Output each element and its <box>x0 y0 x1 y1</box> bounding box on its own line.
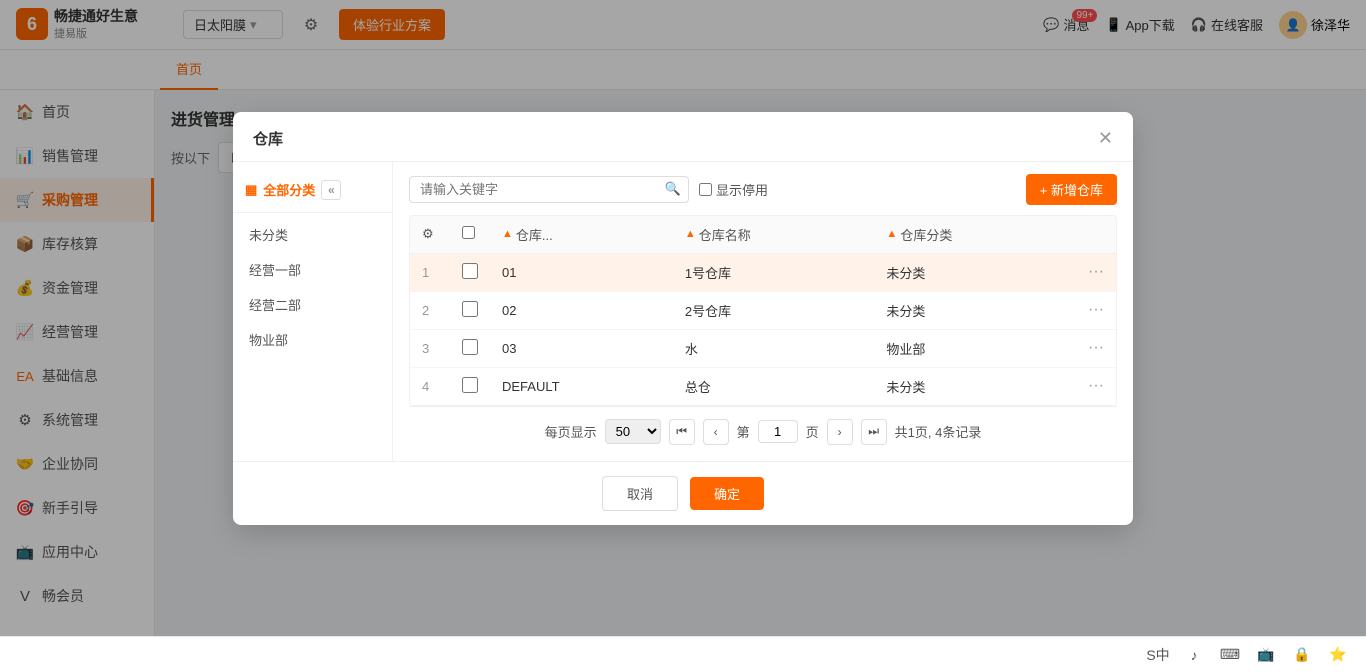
select-all-checkbox[interactable] <box>462 226 475 239</box>
modal-close-icon[interactable]: ✕ <box>1098 128 1113 149</box>
modal-body: ▦ 全部分类 « 未分类 经营一部 经营二部 物业部 <box>233 162 1133 461</box>
show-disabled-checkbox[interactable] <box>699 183 712 196</box>
table-header-row: ⚙ ▲ 仓库... ▲ <box>410 216 1116 254</box>
warehouse-modal: 仓库 ✕ ▦ 全部分类 « 未分类 经营一部 <box>233 112 1133 525</box>
sort-icon: ▲ <box>502 228 513 240</box>
bottom-icon-sound[interactable]: ♪ <box>1182 643 1206 667</box>
th-checkbox <box>450 216 490 254</box>
modal-category-dept2[interactable]: 经营二部 <box>233 287 392 322</box>
modal-main: 🔍 显示停用 + 新增仓库 ⚙ <box>393 162 1133 461</box>
bottom-icon-star[interactable]: ⭐ <box>1326 643 1350 667</box>
th-settings: ⚙ <box>410 216 450 254</box>
search-input[interactable] <box>409 176 689 203</box>
row-more[interactable]: ··· <box>1076 291 1116 329</box>
row-category: 物业部 <box>874 329 1076 367</box>
row-more[interactable]: ··· <box>1076 367 1116 405</box>
add-warehouse-button[interactable]: + 新增仓库 <box>1026 174 1117 205</box>
page-label: 第 <box>737 422 750 441</box>
th-name: ▲ 仓库名称 <box>673 216 875 254</box>
last-page-button[interactable]: ⏭ <box>861 419 887 445</box>
sort-icon-name: ▲ <box>685 228 696 240</box>
th-category: ▲ 仓库分类 <box>874 216 1076 254</box>
row-category: 未分类 <box>874 367 1076 405</box>
row-checkbox-cell <box>450 367 490 405</box>
next-page-button[interactable]: › <box>827 419 853 445</box>
confirm-button[interactable]: 确定 <box>690 477 764 510</box>
row-name: 总仓 <box>673 367 875 405</box>
row-category: 未分类 <box>874 253 1076 291</box>
per-page-label: 每页显示 <box>545 422 597 441</box>
modal-overlay: 仓库 ✕ ▦ 全部分类 « 未分类 经营一部 <box>0 0 1366 636</box>
bottom-bar: S中 ♪ ⌨ 📺 🔒 ⭐ <box>0 636 1366 672</box>
settings-col-icon: ⚙ <box>422 226 434 241</box>
modal-category-property[interactable]: 物业部 <box>233 322 392 357</box>
modal-category-dept1[interactable]: 经营一部 <box>233 252 392 287</box>
row-select-checkbox[interactable] <box>462 377 478 393</box>
bottom-icon-keyboard[interactable]: ⌨ <box>1218 643 1242 667</box>
row-code: 03 <box>490 329 673 367</box>
row-code: DEFAULT <box>490 367 673 405</box>
modal-title: 仓库 <box>253 128 283 149</box>
th-action <box>1076 216 1116 254</box>
prev-page-button[interactable]: ‹ <box>703 419 729 445</box>
modal-sidebar-title: 全部分类 <box>263 180 315 199</box>
table-row[interactable]: 3 03 水 物业部 ··· <box>410 329 1116 367</box>
first-page-button[interactable]: ⏮ <box>669 419 695 445</box>
show-disabled-label[interactable]: 显示停用 <box>699 180 768 199</box>
pagination: 每页显示 50 100 ⏮ ‹ 第 页 › ⏭ 共1页, 4条记录 <box>409 406 1117 449</box>
collapse-button[interactable]: « <box>321 180 341 200</box>
modal-sidebar-header: ▦ 全部分类 « <box>233 172 392 213</box>
search-icon[interactable]: 🔍 <box>665 181 681 197</box>
row-code: 01 <box>490 253 673 291</box>
row-num: 2 <box>410 291 450 329</box>
th-code: ▲ 仓库... <box>490 216 673 254</box>
page-suffix: 页 <box>806 422 819 441</box>
row-name: 2号仓库 <box>673 291 875 329</box>
row-num: 3 <box>410 329 450 367</box>
row-num: 4 <box>410 367 450 405</box>
per-page-select[interactable]: 50 100 <box>605 419 661 444</box>
modal-category-unclassified[interactable]: 未分类 <box>233 217 392 252</box>
total-records: 共1页, 4条记录 <box>895 422 982 441</box>
bottom-icon-s[interactable]: S中 <box>1146 643 1170 667</box>
grid-category-icon: ▦ <box>245 182 257 198</box>
table-row[interactable]: 1 01 1号仓库 未分类 ··· <box>410 253 1116 291</box>
row-checkbox-cell <box>450 329 490 367</box>
row-checkbox-cell <box>450 291 490 329</box>
row-name: 水 <box>673 329 875 367</box>
row-code: 02 <box>490 291 673 329</box>
modal-toolbar: 🔍 显示停用 + 新增仓库 <box>409 174 1117 205</box>
bottom-icon-screen[interactable]: 📺 <box>1254 643 1278 667</box>
table-row[interactable]: 2 02 2号仓库 未分类 ··· <box>410 291 1116 329</box>
table-row[interactable]: 4 DEFAULT 总仓 未分类 ··· <box>410 367 1116 405</box>
modal-footer: 取消 确定 <box>233 461 1133 525</box>
bottom-icon-lock[interactable]: 🔒 <box>1290 643 1314 667</box>
modal-sidebar: ▦ 全部分类 « 未分类 经营一部 经营二部 物业部 <box>233 162 393 461</box>
row-checkbox-cell <box>450 253 490 291</box>
row-select-checkbox[interactable] <box>462 263 478 279</box>
row-more[interactable]: ··· <box>1076 329 1116 367</box>
row-category: 未分类 <box>874 291 1076 329</box>
modal-header: 仓库 ✕ <box>233 112 1133 162</box>
row-name: 1号仓库 <box>673 253 875 291</box>
row-num: 1 <box>410 253 450 291</box>
warehouse-table: ⚙ ▲ 仓库... ▲ <box>409 215 1117 406</box>
row-select-checkbox[interactable] <box>462 301 478 317</box>
cancel-button[interactable]: 取消 <box>602 476 678 511</box>
row-select-checkbox[interactable] <box>462 339 478 355</box>
search-input-wrap: 🔍 <box>409 176 689 203</box>
page-number-input[interactable] <box>758 420 798 443</box>
row-more[interactable]: ··· <box>1076 253 1116 291</box>
sort-icon-cat: ▲ <box>886 228 897 240</box>
